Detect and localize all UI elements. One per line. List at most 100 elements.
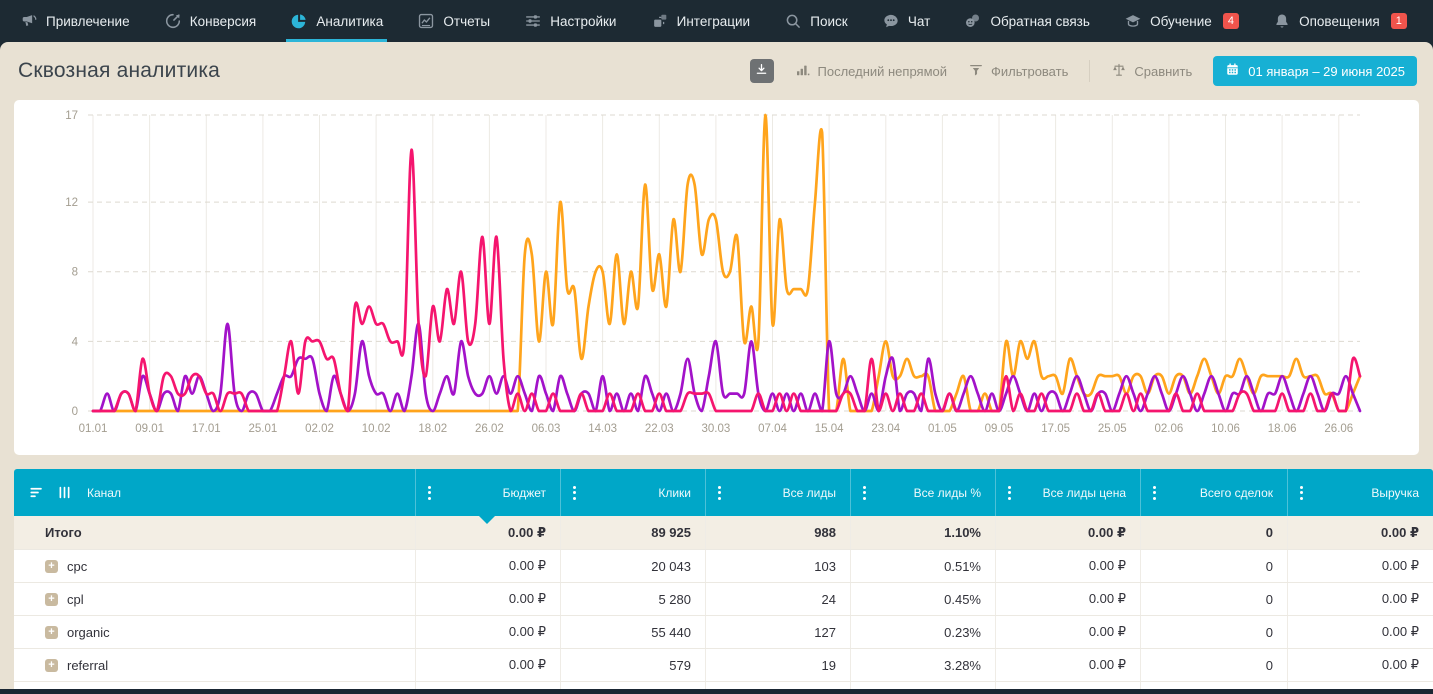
svg-text:02.02: 02.02	[305, 423, 334, 435]
nav-item-feedback[interactable]: Обратная связь	[964, 0, 1089, 42]
bar-chart-icon	[795, 62, 811, 81]
content-area: Сквозная аналитика Последний непрямой Фи…	[0, 42, 1433, 694]
column-header-deals_total[interactable]: Всего сделок	[1140, 469, 1287, 516]
series-purple-line	[93, 324, 1360, 411]
cell-clicks: 579	[560, 649, 705, 681]
column-menu-icon[interactable]	[715, 482, 724, 504]
svg-text:01.05: 01.05	[928, 423, 957, 435]
cell-deals_total: 0	[1140, 516, 1287, 549]
column-header-budget[interactable]: Бюджет	[415, 469, 560, 516]
nav-item-search[interactable]: Поиск	[784, 0, 847, 42]
cell-all_leads_cost: 0.00 ₽	[995, 550, 1140, 582]
column-header-all_leads_percent[interactable]: Все лиды %	[850, 469, 995, 516]
channels-table: Канал Бюджет Клики Все лидыВсе лиды %Все ли…	[14, 469, 1433, 694]
table-row[interactable]: +referral0.00 ₽579193.28%0.00 ₽00.00 ₽	[14, 648, 1433, 681]
expand-plus-icon[interactable]: +	[45, 593, 58, 606]
column-menu-icon[interactable]	[570, 482, 579, 504]
column-menu-icon[interactable]	[1150, 482, 1159, 504]
table-row[interactable]: +organic0.00 ₽55 4401270.23%0.00 ₽00.00 …	[14, 615, 1433, 648]
nav-item-label: Оповещения	[1299, 14, 1380, 29]
svg-text:06.03: 06.03	[532, 423, 561, 435]
svg-text:18.06: 18.06	[1268, 423, 1297, 435]
channel-cell: +cpc	[14, 550, 415, 582]
filter-label: Фильтровать	[991, 64, 1068, 79]
calendar-icon	[1225, 62, 1240, 80]
column-label: Канал	[87, 486, 121, 500]
expand-plus-icon[interactable]: +	[45, 626, 58, 639]
table-row[interactable]: +cpl0.00 ₽5 280240.45%0.00 ₽00.00 ₽	[14, 582, 1433, 615]
cell-clicks: 55 440	[560, 616, 705, 648]
nav-item-analytics[interactable]: Аналитика	[290, 0, 383, 42]
svg-text:22.03: 22.03	[645, 423, 674, 435]
sort-indicator	[479, 516, 495, 524]
nav-item-reports[interactable]: Отчеты	[417, 0, 490, 42]
table-columns-icon[interactable]	[57, 485, 72, 500]
column-header-all_leads_cost[interactable]: Все лиды цена	[995, 469, 1140, 516]
table-header-row: Канал Бюджет Клики Все лидыВсе лиды %Все ли…	[14, 469, 1433, 516]
analytics-pie-icon	[290, 12, 308, 30]
cell-all_leads: 19	[705, 649, 850, 681]
reports-chart-icon	[417, 12, 435, 30]
search-icon	[784, 12, 802, 30]
cell-all_leads_cost: 0.00 ₽	[995, 649, 1140, 681]
toolbar-divider	[1089, 60, 1090, 82]
expand-plus-icon[interactable]: +	[45, 659, 58, 672]
svg-text:4: 4	[72, 336, 79, 348]
svg-text:25.01: 25.01	[249, 423, 278, 435]
column-menu-icon[interactable]	[1297, 482, 1306, 504]
cell-all_leads_percent: 0.23%	[850, 616, 995, 648]
export-button[interactable]	[750, 59, 774, 83]
channel-cell: +referral	[14, 649, 415, 681]
table-filter-icon[interactable]	[29, 485, 44, 500]
column-menu-icon[interactable]	[860, 482, 869, 504]
nav-item-education[interactable]: Обучение4	[1124, 0, 1239, 42]
app-window: Привлечение Конверсия Аналитика Отчеты Настр…	[0, 0, 1433, 694]
column-header-channel[interactable]: Канал	[14, 469, 415, 516]
channel-cell: +organic	[14, 616, 415, 648]
channel-cell: + cpl	[14, 583, 415, 615]
analytics-line-chart[interactable]: 01.0109.0117.0125.0102.0210.0218.0226.02…	[14, 100, 1419, 455]
scales-icon	[1111, 62, 1127, 81]
table-row-total[interactable]: Итого0.00 ₽89 9259881.10%0.00 ₽00.00 ₽	[14, 516, 1433, 549]
nav-item-label: Привлечение	[46, 14, 130, 29]
nav-item-conversion[interactable]: Конверсия	[164, 0, 256, 42]
expand-plus-icon[interactable]: +	[45, 560, 58, 573]
column-label: Клики	[658, 486, 691, 500]
filter-button[interactable]: Фильтровать	[968, 62, 1068, 81]
column-menu-icon[interactable]	[1005, 482, 1014, 504]
table-row[interactable]: +cpc0.00 ₽20 0431030.51%0.00 ₽00.00 ₽	[14, 549, 1433, 582]
nav-item-chat[interactable]: Чат	[882, 0, 930, 42]
cell-deals_total: 0	[1140, 583, 1287, 615]
column-menu-icon[interactable]	[425, 482, 434, 504]
nav-item-label: Обратная связь	[990, 14, 1089, 29]
channel-name: cpl	[67, 592, 84, 607]
cell-deals_total: 0	[1140, 649, 1287, 681]
attribution-model-button[interactable]: Последний непрямой	[795, 62, 948, 81]
cell-all_leads_percent: 3.28%	[850, 649, 995, 681]
svg-text:02.06: 02.06	[1155, 423, 1184, 435]
column-header-clicks[interactable]: Клики	[560, 469, 705, 516]
notification-badge: 4	[1223, 13, 1239, 29]
date-range-button[interactable]: 01 января – 29 июня 2025	[1213, 56, 1417, 86]
page-header: Сквозная аналитика Последний непрямой Фи…	[0, 42, 1433, 100]
svg-text:09.05: 09.05	[985, 423, 1014, 435]
nav-item-notifications[interactable]: Оповещения 1	[1273, 0, 1407, 42]
cell-all_leads_percent: 1.10%	[850, 516, 995, 549]
education-icon	[1124, 12, 1142, 30]
cell-all_leads_cost: 0.00 ₽	[995, 516, 1140, 549]
cell-budget: 0.00 ₽	[415, 649, 560, 681]
column-header-revenue[interactable]: Выручка	[1287, 469, 1433, 516]
settings-sliders-icon	[524, 12, 542, 30]
column-header-all_leads[interactable]: Все лиды	[705, 469, 850, 516]
notification-badge: 1	[1391, 13, 1407, 29]
compare-button[interactable]: Сравнить	[1111, 62, 1192, 81]
column-label: Выручка	[1371, 486, 1419, 500]
nav-item-settings[interactable]: Настройки	[524, 0, 616, 42]
bell-icon	[1273, 12, 1291, 30]
cell-budget: 0.00 ₽	[415, 616, 560, 648]
nav-item-label: Поиск	[810, 14, 847, 29]
nav-item-integrations[interactable]: Интеграции	[651, 0, 750, 42]
svg-text:10.06: 10.06	[1211, 423, 1240, 435]
chart-panel: 01.0109.0117.0125.0102.0210.0218.0226.02…	[14, 100, 1419, 455]
nav-item-acquisition[interactable]: Привлечение	[20, 0, 130, 42]
